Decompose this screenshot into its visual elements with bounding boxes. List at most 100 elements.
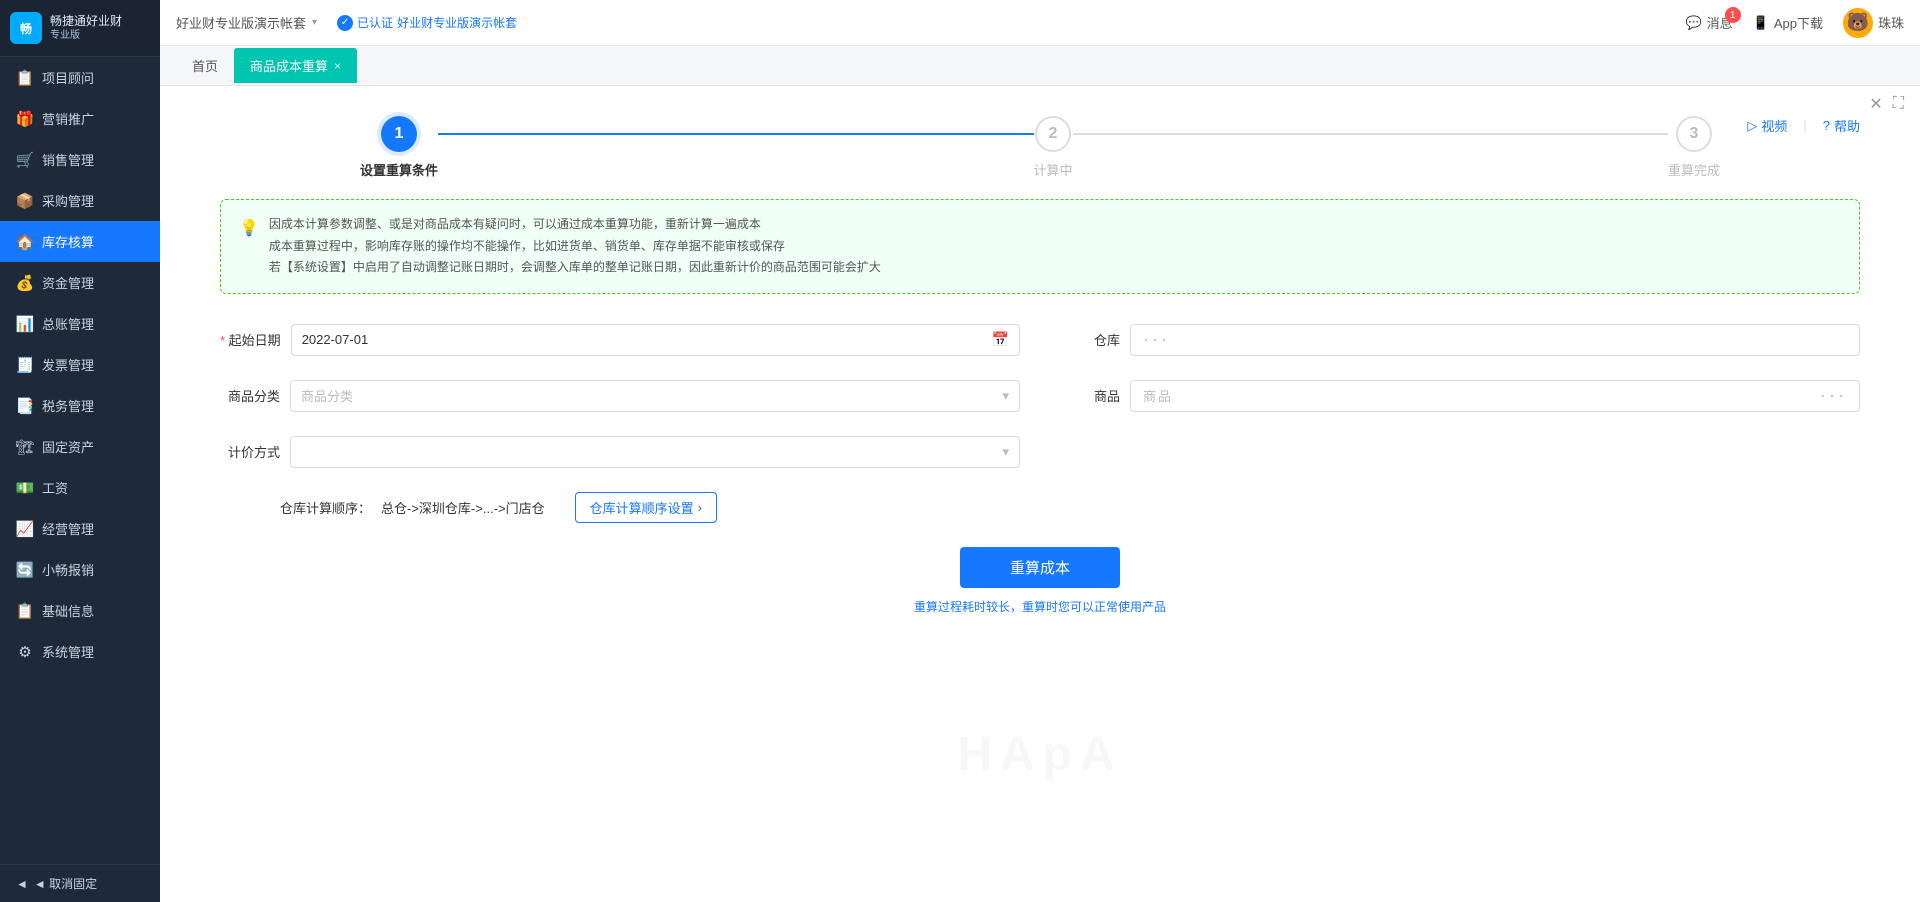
sidebar: 畅 畅捷通好业财 专业版 📋 项目顾问 🎁 营销推广 🛒 销售管理 📦 采购管理… bbox=[0, 0, 160, 902]
step-3: 3 重算完成 bbox=[1668, 116, 1720, 179]
start-date-field: 起始日期 2022-07-01 📅 bbox=[220, 324, 1020, 356]
sidebar-item-marketing[interactable]: 🎁 营销推广 bbox=[0, 98, 160, 139]
play-icon: ▷ bbox=[1747, 118, 1757, 134]
sidebar-item-accounting[interactable]: 📊 总账管理 bbox=[0, 303, 160, 344]
assets-icon: 🏗 bbox=[16, 438, 34, 456]
form-row-3: 计价方式 ▾ bbox=[220, 436, 1860, 468]
window-controls: ✕ ⛶ bbox=[1869, 94, 1904, 114]
content-area: ✕ ⛶ 1 设置重算条件 2 计算中 bbox=[160, 86, 1920, 902]
sidebar-item-purchase[interactable]: 📦 采购管理 bbox=[0, 180, 160, 221]
step-3-circle: 3 bbox=[1676, 116, 1712, 152]
submit-hint: 重算过程耗时较长，重算时您可以正常使用产品 bbox=[914, 598, 1166, 615]
tabbar: 首页 商品成本重算 × bbox=[160, 46, 1920, 86]
expense-icon: 🔄 bbox=[16, 561, 34, 579]
step-connector-2 bbox=[1073, 133, 1668, 135]
warehouse-order-label: 仓库计算顺序： bbox=[280, 498, 371, 517]
form-row-1: 起始日期 2022-07-01 📅 仓库 ··· bbox=[220, 324, 1860, 356]
form-section: 起始日期 2022-07-01 📅 仓库 ··· 商品分类 bbox=[160, 314, 1920, 635]
finance-icon: 💰 bbox=[16, 274, 34, 292]
step-2-label: 计算中 bbox=[1034, 160, 1073, 179]
accounting-icon: 📊 bbox=[16, 315, 34, 333]
sidebar-item-project[interactable]: 📋 项目顾问 bbox=[0, 57, 160, 98]
sidebar-item-sales[interactable]: 🛒 销售管理 bbox=[0, 139, 160, 180]
phone-icon: 📱 bbox=[1753, 15, 1769, 31]
app-logo-icon: 畅 bbox=[10, 12, 42, 44]
start-date-input[interactable]: 2022-07-01 📅 bbox=[291, 324, 1020, 356]
warehouse-order-value: 总仓->深圳仓库->...->门店仓 bbox=[381, 498, 545, 517]
purchase-icon: 📦 bbox=[16, 192, 34, 210]
avatar: 🐻 bbox=[1843, 8, 1873, 38]
sidebar-item-system[interactable]: ⚙ 系统管理 bbox=[0, 631, 160, 672]
warehouse-order-settings-btn[interactable]: 仓库计算顺序设置 › bbox=[575, 492, 717, 523]
goods-label: 商品 bbox=[1060, 386, 1120, 405]
step-1-label: 设置重算条件 bbox=[360, 160, 438, 179]
watermark: HApA bbox=[957, 727, 1122, 782]
notification-badge: 1 bbox=[1725, 7, 1741, 23]
sidebar-logo: 畅 畅捷通好业财 专业版 bbox=[0, 0, 160, 57]
tax-icon: 📑 bbox=[16, 397, 34, 415]
main-area: 好业财专业版演示帐套 ▾ ✓ 已认证 好业财专业版演示帐套 💬 消息 1 📱 A… bbox=[160, 0, 1920, 902]
info-box: 💡 因成本计算参数调整、或是对商品成本有疑问时，可以通过成本重算功能，重新计算一… bbox=[220, 199, 1860, 294]
unpin-icon: ◄ bbox=[16, 877, 28, 891]
step-connector-1 bbox=[438, 133, 1033, 135]
pricing-label: 计价方式 bbox=[220, 442, 280, 461]
message-btn[interactable]: 💬 消息 1 bbox=[1685, 13, 1732, 32]
start-date-label: 起始日期 bbox=[220, 330, 281, 349]
expand-window-btn[interactable]: ⛶ bbox=[1893, 95, 1904, 113]
step-2: 2 计算中 bbox=[1034, 116, 1073, 179]
account-selector[interactable]: 好业财专业版演示帐套 ▾ bbox=[176, 13, 317, 32]
system-icon: ⚙ bbox=[16, 643, 34, 661]
sidebar-item-expense[interactable]: 🔄 小畅报销 bbox=[0, 549, 160, 590]
app-download-btn[interactable]: 📱 App下载 bbox=[1753, 13, 1823, 32]
tab-home[interactable]: 首页 bbox=[176, 48, 234, 83]
question-icon: ? bbox=[1823, 118, 1830, 133]
info-text: 因成本计算参数调整、或是对商品成本有疑问时，可以通过成本重算功能，重新计算一遍成… bbox=[269, 214, 881, 279]
app-logo-text: 畅捷通好业财 专业版 bbox=[50, 14, 122, 43]
tab-close-icon[interactable]: × bbox=[334, 59, 341, 73]
pricing-chevron-icon: ▾ bbox=[1002, 444, 1009, 460]
inventory-icon: 🏠 bbox=[16, 233, 34, 251]
message-icon: 💬 bbox=[1685, 15, 1701, 31]
operations-icon: 📈 bbox=[16, 520, 34, 538]
goods-input[interactable]: 商品 ··· bbox=[1130, 380, 1860, 412]
sidebar-item-finance[interactable]: 💰 资金管理 bbox=[0, 262, 160, 303]
verified-badge: ✓ 已认证 好业财专业版演示帐套 bbox=[337, 14, 517, 31]
user-profile-btn[interactable]: 🐻 珠珠 bbox=[1843, 8, 1904, 38]
marketing-icon: 🎁 bbox=[16, 110, 34, 128]
help-link[interactable]: ? 帮助 bbox=[1823, 116, 1860, 135]
sidebar-item-invoice[interactable]: 🧾 发票管理 bbox=[0, 344, 160, 385]
submit-area: 重算成本 重算过程耗时较长，重算时您可以正常使用产品 bbox=[220, 547, 1860, 615]
pricing-field: 计价方式 ▾ bbox=[220, 436, 1020, 468]
shield-icon: ✓ bbox=[337, 15, 353, 31]
info-icon: 💡 bbox=[239, 215, 259, 279]
sidebar-item-inventory[interactable]: 🏠 库存核算 bbox=[0, 221, 160, 262]
help-links: ▷ 视频 | ? 帮助 bbox=[1747, 116, 1860, 135]
tab-recalc[interactable]: 商品成本重算 × bbox=[234, 48, 357, 83]
calendar-icon[interactable]: 📅 bbox=[992, 331, 1009, 348]
warehouse-input[interactable]: ··· bbox=[1130, 324, 1860, 356]
step-3-label: 重算完成 bbox=[1668, 160, 1720, 179]
sidebar-item-salary[interactable]: 💵 工资 bbox=[0, 467, 160, 508]
sidebar-item-basic[interactable]: 📋 基础信息 bbox=[0, 590, 160, 631]
category-label: 商品分类 bbox=[220, 386, 280, 405]
sidebar-item-assets[interactable]: 🏗 固定资产 bbox=[0, 426, 160, 467]
goods-field: 商品 商品 ··· bbox=[1060, 380, 1860, 412]
warehouse-label: 仓库 bbox=[1060, 330, 1120, 349]
recalculate-btn[interactable]: 重算成本 bbox=[960, 547, 1120, 588]
step-1: 1 设置重算条件 bbox=[360, 116, 438, 179]
unpin-sidebar[interactable]: ◄ ◄ 取消固定 bbox=[0, 864, 160, 902]
close-window-btn[interactable]: ✕ bbox=[1869, 94, 1882, 114]
category-select[interactable]: 商品分类 ▾ bbox=[290, 380, 1020, 412]
invoice-icon: 🧾 bbox=[16, 356, 34, 374]
topbar: 好业财专业版演示帐套 ▾ ✓ 已认证 好业财专业版演示帐套 💬 消息 1 📱 A… bbox=[160, 0, 1920, 46]
sidebar-item-operations[interactable]: 📈 经营管理 bbox=[0, 508, 160, 549]
sidebar-nav: 📋 项目顾问 🎁 营销推广 🛒 销售管理 📦 采购管理 🏠 库存核算 💰 资金管… bbox=[0, 57, 160, 864]
basic-icon: 📋 bbox=[16, 602, 34, 620]
account-chevron-icon: ▾ bbox=[312, 17, 317, 28]
sales-icon: 🛒 bbox=[16, 151, 34, 169]
sidebar-item-tax[interactable]: 📑 税务管理 bbox=[0, 385, 160, 426]
chevron-right-icon: › bbox=[698, 500, 702, 515]
pricing-select[interactable]: ▾ bbox=[290, 436, 1020, 468]
topbar-right: 💬 消息 1 📱 App下载 🐻 珠珠 bbox=[1685, 8, 1904, 38]
video-link[interactable]: ▷ 视频 bbox=[1747, 116, 1787, 135]
